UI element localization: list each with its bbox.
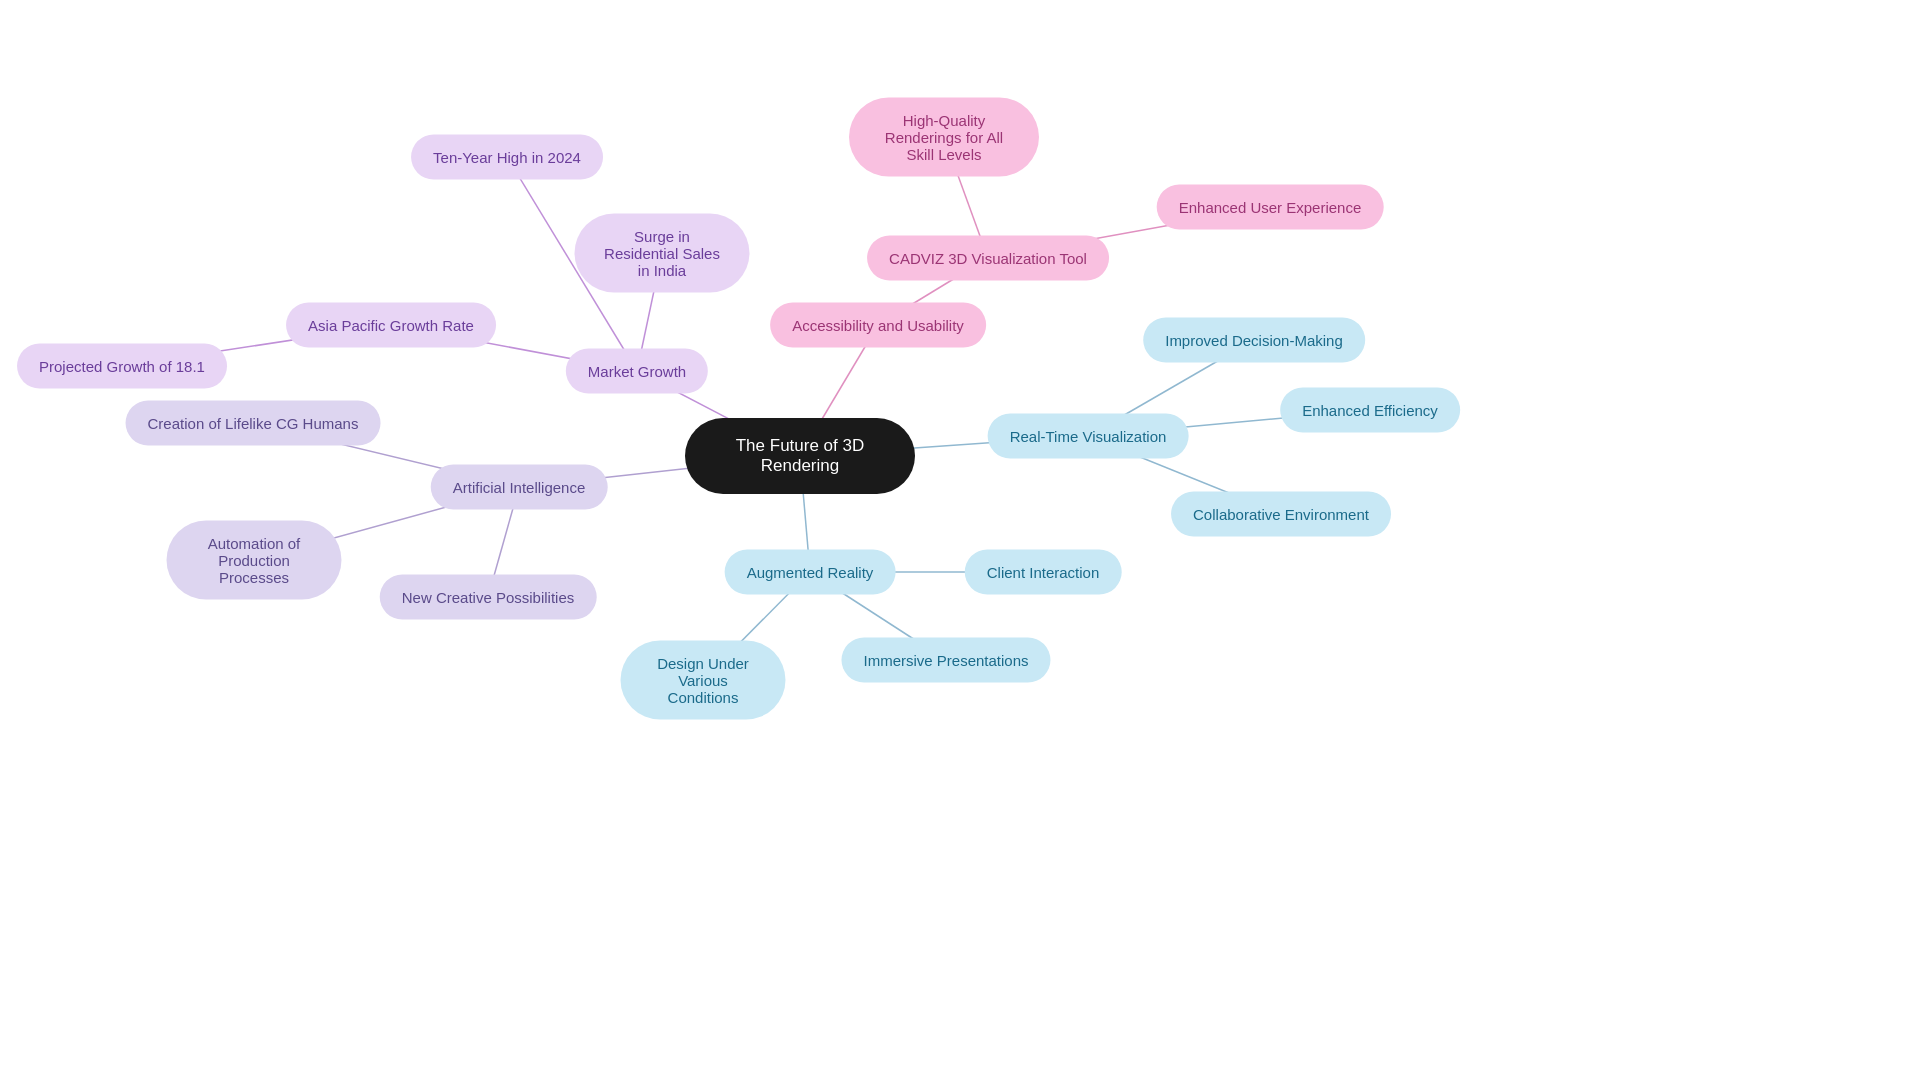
- node-automation[interactable]: Automation of Production Processes: [167, 521, 342, 600]
- node-augmented-reality[interactable]: Augmented Reality: [725, 550, 896, 595]
- node-lifelike-cg[interactable]: Creation of Lifelike CG Humans: [126, 401, 381, 446]
- node-collaborative[interactable]: Collaborative Environment: [1171, 492, 1391, 537]
- node-realtime-viz[interactable]: Real-Time Visualization: [988, 414, 1189, 459]
- node-enhanced-ux[interactable]: Enhanced User Experience: [1157, 185, 1384, 230]
- node-asia-pacific[interactable]: Asia Pacific Growth Rate: [286, 303, 496, 348]
- node-ten-year-high[interactable]: Ten-Year High in 2024: [411, 135, 603, 180]
- center-node[interactable]: The Future of 3D Rendering: [685, 418, 915, 494]
- node-cadviz[interactable]: CADVIZ 3D Visualization Tool: [867, 236, 1109, 281]
- node-projected-growth[interactable]: Projected Growth of 18.1: [17, 344, 227, 389]
- node-market-growth[interactable]: Market Growth: [566, 349, 708, 394]
- node-high-quality[interactable]: High-Quality Renderings for All Skill Le…: [849, 98, 1039, 177]
- node-design-various[interactable]: Design Under Various Conditions: [621, 641, 786, 720]
- mind-map-container: The Future of 3D Rendering Market Growth T…: [0, 0, 1920, 1083]
- node-improved-decision[interactable]: Improved Decision-Making: [1143, 318, 1365, 363]
- node-client-interaction[interactable]: Client Interaction: [965, 550, 1122, 595]
- node-new-creative[interactable]: New Creative Possibilities: [380, 575, 597, 620]
- node-enhanced-efficiency[interactable]: Enhanced Efficiency: [1280, 388, 1460, 433]
- node-artificial-intelligence[interactable]: Artificial Intelligence: [431, 465, 608, 510]
- node-surge-residential[interactable]: Surge in Residential Sales in India: [575, 214, 750, 293]
- node-accessibility[interactable]: Accessibility and Usability: [770, 303, 986, 348]
- node-immersive[interactable]: Immersive Presentations: [841, 638, 1050, 683]
